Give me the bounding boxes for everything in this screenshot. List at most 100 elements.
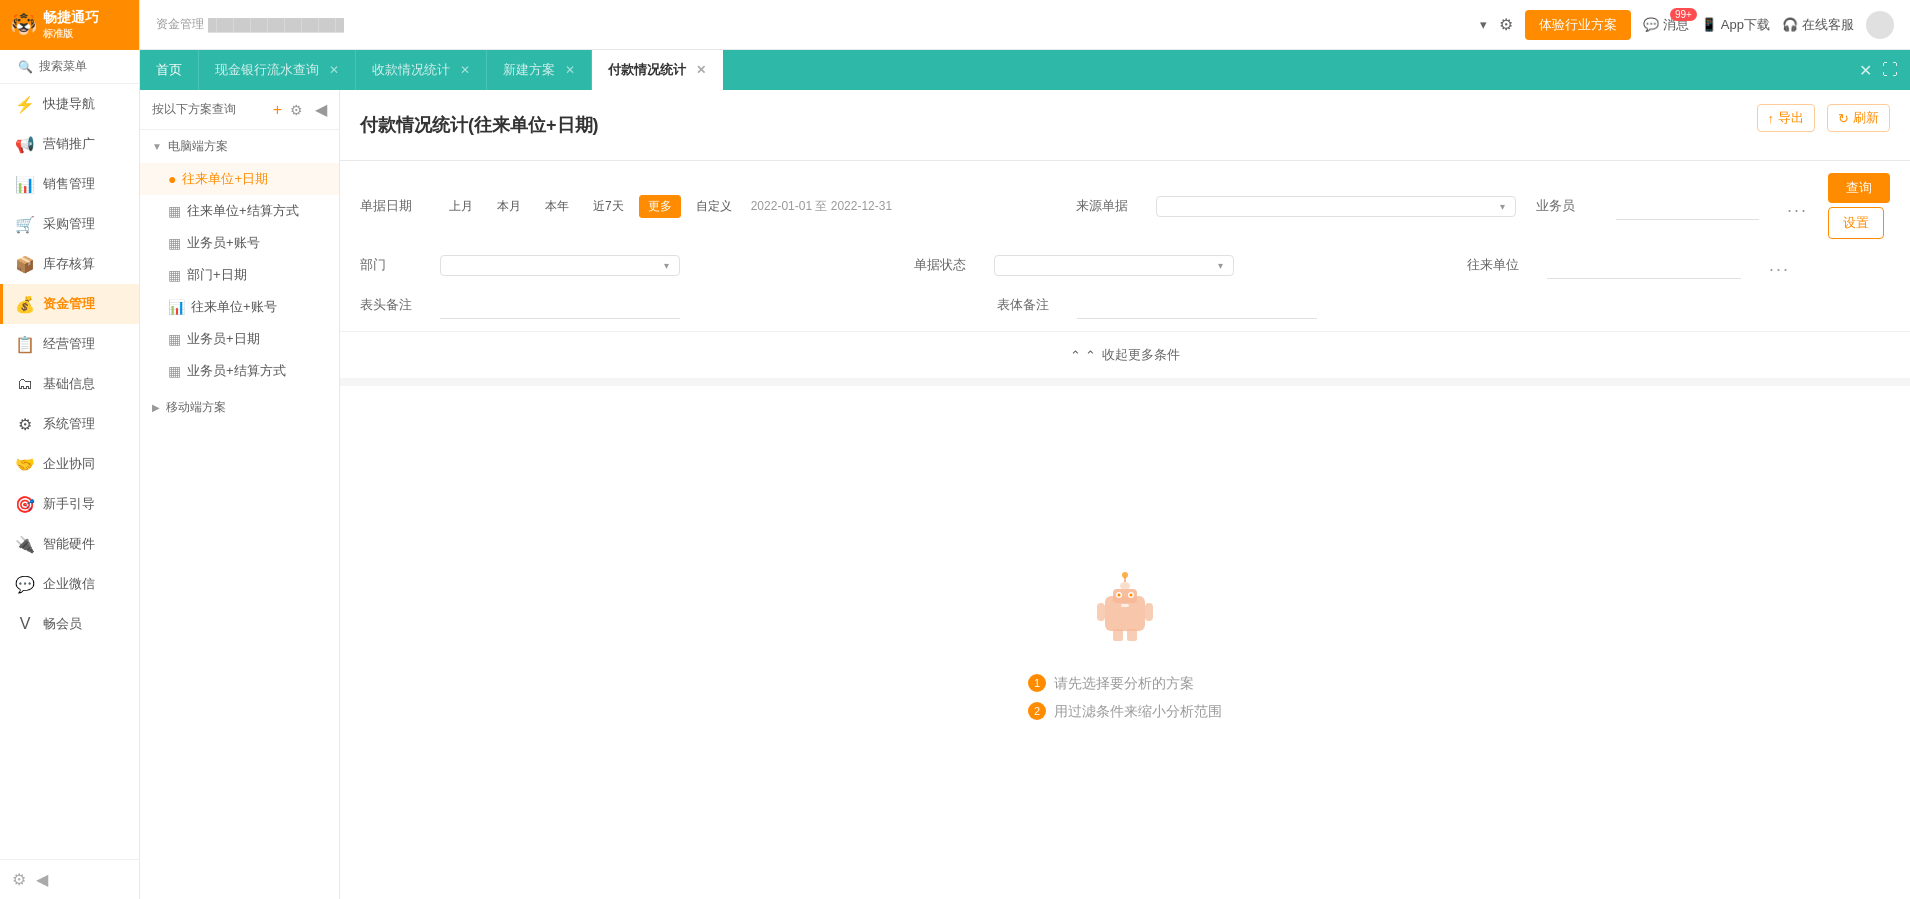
message-button[interactable]: 💬 消息 99+ xyxy=(1643,16,1689,34)
scheme-item-dept-date-label: 部门+日期 xyxy=(187,266,247,284)
trial-button[interactable]: 体验行业方案 xyxy=(1525,10,1631,40)
dept-select[interactable]: ▾ xyxy=(440,255,680,276)
settings-bottom-icon[interactable]: ⚙ xyxy=(12,870,26,889)
scheme-item-partner-account[interactable]: 📊 往来单位+账号 xyxy=(140,291,339,323)
sidebar-item-quick-nav[interactable]: ⚡ 快捷导航 xyxy=(0,84,139,124)
scheme-item-staff-date-label: 业务员+日期 xyxy=(187,330,260,348)
sidebar-item-cooperation[interactable]: 🤝 企业协同 xyxy=(0,444,139,484)
tab-payment-stats[interactable]: 付款情况统计 ✕ xyxy=(592,50,723,90)
svg-point-4 xyxy=(1118,593,1121,596)
scheme-item-staff-date-icon: ▦ xyxy=(168,331,181,347)
page-header-actions: ↑ 导出 ↻ 刷新 xyxy=(1757,104,1891,146)
scheme-gear-icon[interactable]: ⚙ xyxy=(290,102,303,118)
sales-icon: 📊 xyxy=(15,174,35,194)
empty-tip-2: 2 用过滤条件来缩小分析范围 xyxy=(1028,697,1222,725)
collapse-section: ⌃ ⌃ 收起更多条件 xyxy=(340,331,1910,378)
svg-point-5 xyxy=(1130,593,1133,596)
scheme-item-staff-account-label: 业务员+账号 xyxy=(187,234,260,252)
source-select[interactable]: ▾ xyxy=(1156,196,1516,217)
tab-home[interactable]: 首页 xyxy=(140,50,199,90)
filter-section: 单据日期 上月 本月 本年 近7天 更多 自定义 2022-01-01 至 20… xyxy=(340,161,1910,331)
tab-payment-stats-label: 付款情况统计 xyxy=(608,61,686,79)
svg-rect-9 xyxy=(1113,629,1123,641)
scheme-panel: 按以下方案查询 + ⚙ ◀ ▼ 电脑端方案 ● 往来单位+日期 ▦ 往来单位+结… xyxy=(140,90,340,899)
date-buttons: 上月 本月 本年 近7天 更多 自定义 2022-01-01 至 2022-12… xyxy=(440,195,892,218)
maximize-icon[interactable]: ⛶ xyxy=(1882,61,1898,79)
scheme-item-staff-settle-icon: ▦ xyxy=(168,363,181,379)
query-button[interactable]: 查询 xyxy=(1828,173,1890,203)
empty-tips: 1 请先选择要分析的方案 2 用过滤条件来缩小分析范围 xyxy=(1028,669,1222,725)
sidebar-item-hardware[interactable]: 🔌 智能硬件 xyxy=(0,524,139,564)
scheme-group-pc-header[interactable]: ▼ 电脑端方案 xyxy=(140,130,339,163)
logo-icon: 🐯 xyxy=(10,12,37,38)
tab-payment-stats-close-icon[interactable]: ✕ xyxy=(696,63,706,77)
app-label: App下载 xyxy=(1721,16,1770,34)
cooperation-icon: 🤝 xyxy=(15,454,35,474)
service-icon: 🎧 xyxy=(1782,17,1798,32)
date-btn-more[interactable]: 更多 xyxy=(639,195,681,218)
tab-receipt-stats-close-icon[interactable]: ✕ xyxy=(460,63,470,77)
date-btn-this-year[interactable]: 本年 xyxy=(536,195,578,218)
tab-cashflow-label: 现金银行流水查询 xyxy=(215,61,319,79)
finance-label: 资金管理 xyxy=(43,295,95,313)
sidebar-item-guide[interactable]: 🎯 新手引导 xyxy=(0,484,139,524)
date-btn-custom[interactable]: 自定义 xyxy=(687,195,741,218)
collapse-sidebar-icon[interactable]: ◀ xyxy=(36,870,48,889)
tab-new-scheme[interactable]: 新建方案 ✕ xyxy=(487,50,592,90)
operation-icon: 📋 xyxy=(15,334,35,354)
filter-settings-button[interactable]: 设置 xyxy=(1828,207,1884,239)
svg-point-13 xyxy=(1122,572,1128,578)
scheme-collapse-icon[interactable]: ◀ xyxy=(315,100,327,119)
sidebar-item-purchase[interactable]: 🛒 采购管理 xyxy=(0,204,139,244)
header-note-label: 表头备注 xyxy=(360,296,420,314)
sidebar-item-finance[interactable]: 💰 资金管理 xyxy=(0,284,139,324)
sidebar-item-operation[interactable]: 📋 经营管理 xyxy=(0,324,139,364)
guide-icon: 🎯 xyxy=(15,494,35,514)
scheme-item-dept-date[interactable]: ▦ 部门+日期 xyxy=(140,259,339,291)
app-icon: 📱 xyxy=(1701,17,1717,32)
refresh-icon: ↻ xyxy=(1838,111,1849,126)
sidebar-item-basic[interactable]: 🗂 基础信息 xyxy=(0,364,139,404)
sidebar-search[interactable]: 🔍 搜索菜单 xyxy=(0,50,139,84)
date-btn-last-month[interactable]: 上月 xyxy=(440,195,482,218)
topbar-gear-icon[interactable]: ⚙ xyxy=(1499,15,1513,34)
scheme-item-staff-settle[interactable]: ▦ 业务员+结算方式 xyxy=(140,355,339,387)
tab-cashflow-close-icon[interactable]: ✕ xyxy=(329,63,339,77)
partner-dots[interactable]: ... xyxy=(1769,255,1790,276)
tab-new-scheme-close-icon[interactable]: ✕ xyxy=(565,63,575,77)
scheme-item-staff-account[interactable]: ▦ 业务员+账号 xyxy=(140,227,339,259)
staff-label: 业务员 xyxy=(1536,197,1596,215)
scheme-item-partner-settle[interactable]: ▦ 往来单位+结算方式 xyxy=(140,195,339,227)
breadcrumb: 资金管理 ████████████████ xyxy=(156,16,1468,33)
scheme-item-staff-date[interactable]: ▦ 业务员+日期 xyxy=(140,323,339,355)
source-label: 来源单据 xyxy=(1076,197,1136,215)
refresh-button[interactable]: ↻ 刷新 xyxy=(1827,104,1890,132)
sidebar-item-weixin[interactable]: 💬 企业微信 xyxy=(0,564,139,604)
empty-state: 1 请先选择要分析的方案 2 用过滤条件来缩小分析范围 xyxy=(340,386,1910,899)
sidebar-item-inventory[interactable]: 📦 库存核算 xyxy=(0,244,139,284)
online-service-button[interactable]: 🎧 在线客服 xyxy=(1782,16,1854,34)
sidebar-item-marketing[interactable]: 📢 营销推广 xyxy=(0,124,139,164)
user-avatar[interactable] xyxy=(1866,11,1894,39)
sidebar-item-sales[interactable]: 📊 销售管理 xyxy=(0,164,139,204)
close-window-icon[interactable]: ✕ xyxy=(1859,61,1872,80)
sidebar-item-system[interactable]: ⚙ 系统管理 xyxy=(0,404,139,444)
breadcrumb-chevron-icon[interactable]: ▾ xyxy=(1480,17,1487,32)
date-btn-this-month[interactable]: 本月 xyxy=(488,195,530,218)
sidebar-item-member[interactable]: V 畅会员 xyxy=(0,604,139,644)
operation-label: 经营管理 xyxy=(43,335,95,353)
tab-receipt-stats[interactable]: 收款情况统计 ✕ xyxy=(356,50,487,90)
tab-cashflow[interactable]: 现金银行流水查询 ✕ xyxy=(199,50,356,90)
basic-label: 基础信息 xyxy=(43,375,95,393)
scheme-group-mobile-header[interactable]: ▶ 移动端方案 xyxy=(140,391,339,424)
date-btn-last-7-days[interactable]: 近7天 xyxy=(584,195,633,218)
scheme-item-partner-date[interactable]: ● 往来单位+日期 xyxy=(140,163,339,195)
filter-row-2: 部门 ▾ 单据状态 ▾ 往来单位 ... xyxy=(360,251,1890,279)
staff-dots[interactable]: ... xyxy=(1787,196,1808,217)
scheme-add-button[interactable]: + xyxy=(273,101,282,119)
export-button[interactable]: ↑ 导出 xyxy=(1757,104,1816,132)
scheme-item-partner-date-label: 往来单位+日期 xyxy=(182,170,268,188)
collapse-button[interactable]: ⌃ ⌃ 收起更多条件 xyxy=(1070,338,1180,372)
app-download-button[interactable]: 📱 App下载 xyxy=(1701,16,1770,34)
voucher-status-select[interactable]: ▾ xyxy=(994,255,1234,276)
